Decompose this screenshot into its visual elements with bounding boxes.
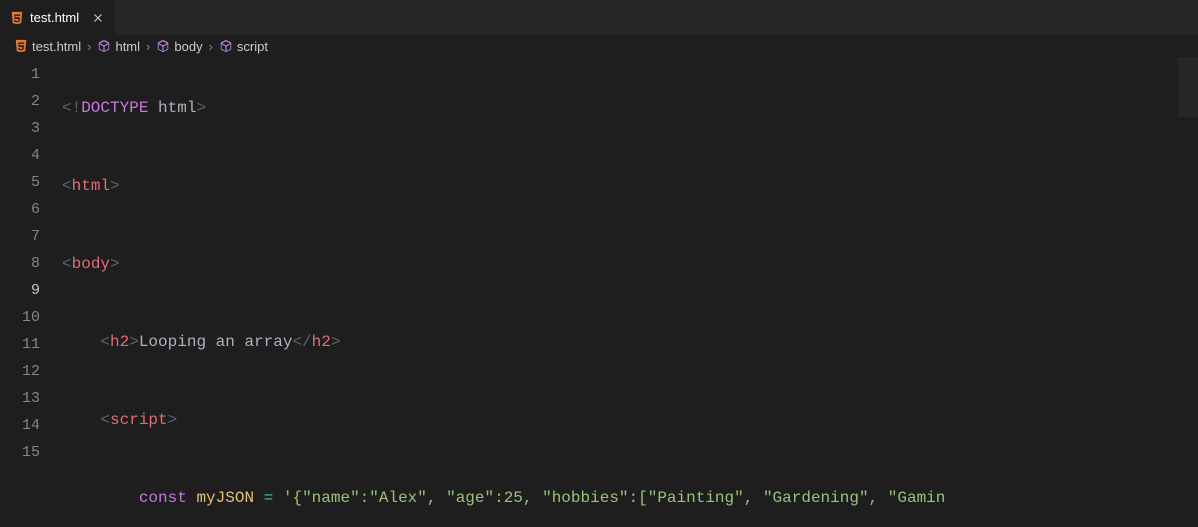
code-line: <!DOCTYPE html> (62, 95, 1198, 122)
breadcrumb-label: html (115, 39, 140, 54)
line-number: 15 (0, 439, 62, 466)
line-number: 13 (0, 385, 62, 412)
chevron-right-icon: › (87, 39, 91, 54)
code-area[interactable]: <!DOCTYPE html> <html> <body> <h2>Loopin… (62, 57, 1198, 527)
line-number: 14 (0, 412, 62, 439)
code-line: <html> (62, 173, 1198, 200)
line-number: 3 (0, 115, 62, 142)
breadcrumb-html[interactable]: html (97, 39, 140, 54)
line-number: 12 (0, 358, 62, 385)
chevron-right-icon: › (146, 39, 150, 54)
line-number: 9 (0, 277, 62, 304)
line-number: 5 (0, 169, 62, 196)
line-number: 10 (0, 304, 62, 331)
line-number: 1 (0, 61, 62, 88)
breadcrumb-label: script (237, 39, 268, 54)
code-line: const myJSON = '{"name":"Alex", "age":25… (62, 485, 1198, 512)
minimap[interactable] (1178, 57, 1198, 117)
tab-test-html[interactable]: test.html (0, 0, 116, 35)
line-number: 7 (0, 223, 62, 250)
line-number: 4 (0, 142, 62, 169)
breadcrumb: test.html › html › body › script (0, 35, 1198, 57)
breadcrumb-file-label: test.html (32, 39, 81, 54)
html-file-icon (10, 11, 24, 25)
code-line: <h2>Looping an array</h2> (62, 329, 1198, 356)
line-number: 11 (0, 331, 62, 358)
html-file-icon (14, 39, 28, 53)
tab-label: test.html (30, 10, 79, 25)
breadcrumb-file[interactable]: test.html (14, 39, 81, 54)
code-line: <script> (62, 407, 1198, 434)
line-gutter: 1 2 3 4 5 6 7 8 9 10 11 12 13 14 15 (0, 57, 62, 527)
line-number: 2 (0, 88, 62, 115)
breadcrumb-label: body (174, 39, 202, 54)
line-number: 8 (0, 250, 62, 277)
code-editor[interactable]: 1 2 3 4 5 6 7 8 9 10 11 12 13 14 15 <!DO… (0, 57, 1198, 527)
breadcrumb-body[interactable]: body (156, 39, 202, 54)
symbol-icon (219, 39, 233, 53)
code-line: <body> (62, 251, 1198, 278)
symbol-icon (97, 39, 111, 53)
symbol-icon (156, 39, 170, 53)
line-number: 6 (0, 196, 62, 223)
close-icon[interactable] (91, 11, 105, 25)
chevron-right-icon: › (209, 39, 213, 54)
tab-bar: test.html (0, 0, 1198, 35)
breadcrumb-script[interactable]: script (219, 39, 268, 54)
